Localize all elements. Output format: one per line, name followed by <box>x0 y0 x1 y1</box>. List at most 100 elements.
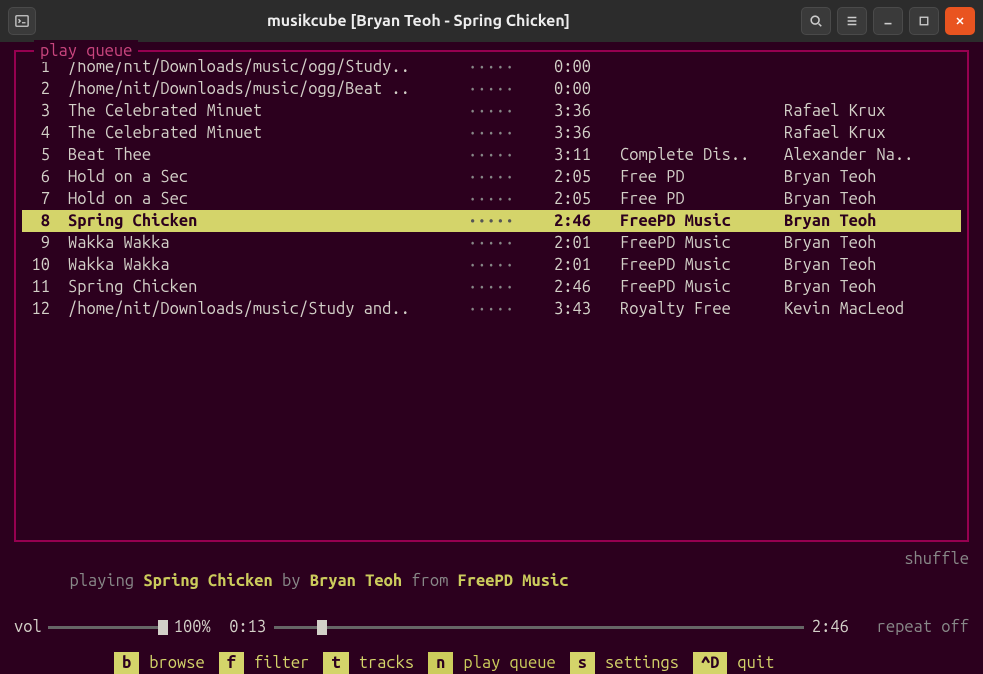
track-title: Wakka Wakka <box>68 232 468 254</box>
track-row[interactable]: 7Hold on a Sec·····2:05Free PDBryan Teoh <box>22 188 961 210</box>
track-title: Wakka Wakka <box>68 254 468 276</box>
nav-label: filter <box>244 652 323 674</box>
track-artist: Rafael Krux <box>784 100 961 122</box>
track-row[interactable]: 11Spring Chicken·····2:46FreePD MusicBry… <box>22 276 961 298</box>
nav-settings[interactable]: s settings <box>570 652 693 674</box>
track-row[interactable]: 8Spring Chicken·····2:46FreePD MusicBrya… <box>22 210 961 232</box>
nav-browse[interactable]: b browse <box>114 652 219 674</box>
track-separator: ····· <box>468 78 554 100</box>
nav-label: tracks <box>349 652 428 674</box>
track-artist: Bryan Teoh <box>784 276 961 298</box>
track-artist: Bryan Teoh <box>784 166 961 188</box>
track-duration: 2:46 <box>554 276 620 298</box>
track-row[interactable]: 2/home/nit/Downloads/music/ogg/Beat ..··… <box>22 78 961 100</box>
track-album: FreePD Music <box>620 210 784 232</box>
track-duration: 2:05 <box>554 188 620 210</box>
track-duration: 2:01 <box>554 254 620 276</box>
track-album: Royalty Free <box>620 298 784 320</box>
track-number: 4 <box>22 122 68 144</box>
track-title: Spring Chicken <box>68 210 468 232</box>
shuffle-status[interactable]: shuffle <box>904 548 969 614</box>
track-number: 8 <box>22 210 68 232</box>
nav-label: play queue <box>453 652 569 674</box>
nav-label: settings <box>595 652 693 674</box>
track-separator: ····· <box>468 276 554 298</box>
seek-slider[interactable] <box>274 626 804 629</box>
track-artist <box>784 56 961 78</box>
track-row[interactable]: 9Wakka Wakka·····2:01FreePD MusicBryan T… <box>22 232 961 254</box>
track-separator: ····· <box>468 56 554 78</box>
track-number: 7 <box>22 188 68 210</box>
track-number: 3 <box>22 100 68 122</box>
nav-play-queue[interactable]: n play queue <box>428 652 570 674</box>
track-title: The Celebrated Minuet <box>68 122 468 144</box>
track-album: Free PD <box>620 166 784 188</box>
track-album: FreePD Music <box>620 232 784 254</box>
track-duration: 0:00 <box>554 78 620 100</box>
track-album <box>620 122 784 144</box>
seek-thumb[interactable] <box>317 620 327 635</box>
track-row[interactable]: 4The Celebrated Minuet·····3:36Rafael Kr… <box>22 122 961 144</box>
track-artist: Bryan Teoh <box>784 232 961 254</box>
track-separator: ····· <box>468 298 554 320</box>
track-album <box>620 56 784 78</box>
volume-percent: 100% <box>174 616 211 638</box>
track-artist: Alexander Na.. <box>784 144 961 166</box>
terminal-icon <box>8 7 36 35</box>
track-row[interactable]: 6Hold on a Sec·····2:05Free PDBryan Teoh <box>22 166 961 188</box>
search-button[interactable] <box>801 7 831 35</box>
close-button[interactable] <box>945 7 975 35</box>
now-playing-track: Spring Chicken <box>143 572 272 590</box>
repeat-status[interactable]: repeat off <box>877 616 969 638</box>
nav-label: quit <box>727 652 788 674</box>
maximize-button[interactable] <box>909 7 939 35</box>
track-list[interactable]: 1/home/nit/Downloads/music/ogg/Study..··… <box>22 56 961 320</box>
volume-label: vol <box>14 616 42 638</box>
track-duration: 3:36 <box>554 100 620 122</box>
track-separator: ····· <box>468 232 554 254</box>
track-separator: ····· <box>468 166 554 188</box>
track-number: 5 <box>22 144 68 166</box>
now-playing-artist: Bryan Teoh <box>310 572 402 590</box>
track-row[interactable]: 3The Celebrated Minuet·····3:36Rafael Kr… <box>22 100 961 122</box>
track-row[interactable]: 1/home/nit/Downloads/music/ogg/Study..··… <box>22 56 961 78</box>
track-artist: Bryan Teoh <box>784 210 961 232</box>
track-artist: Bryan Teoh <box>784 188 961 210</box>
track-artist: Rafael Krux <box>784 122 961 144</box>
volume-slider[interactable] <box>48 626 168 629</box>
minimize-button[interactable] <box>873 7 903 35</box>
track-row[interactable]: 5Beat Thee·····3:11Complete Dis..Alexand… <box>22 144 961 166</box>
track-duration: 0:00 <box>554 56 620 78</box>
track-number: 9 <box>22 232 68 254</box>
track-number: 10 <box>22 254 68 276</box>
nav-key: t <box>323 652 348 674</box>
track-title: Spring Chicken <box>68 276 468 298</box>
nav-tracks[interactable]: t tracks <box>323 652 428 674</box>
track-duration: 2:01 <box>554 232 620 254</box>
track-number: 12 <box>22 298 68 320</box>
menu-button[interactable] <box>837 7 867 35</box>
track-title: Hold on a Sec <box>68 188 468 210</box>
total-time: 2:46 <box>812 616 849 638</box>
now-playing-line: playing Spring Chicken by Bryan Teoh fro… <box>14 548 969 614</box>
footer-nav: b browse f filter t tracks n play queue … <box>14 652 969 674</box>
track-row[interactable]: 10Wakka Wakka·····2:01FreePD MusicBryan … <box>22 254 961 276</box>
playing-label: playing <box>69 572 143 590</box>
track-artist: Bryan Teoh <box>784 254 961 276</box>
nav-key: n <box>428 652 453 674</box>
nav-filter[interactable]: f filter <box>219 652 324 674</box>
track-album: Complete Dis.. <box>620 144 784 166</box>
track-separator: ····· <box>468 122 554 144</box>
nav-quit[interactable]: ^D quit <box>693 652 788 674</box>
track-row[interactable]: 12/home/nit/Downloads/music/Study and..·… <box>22 298 961 320</box>
now-playing-album: FreePD Music <box>458 572 569 590</box>
track-number: 11 <box>22 276 68 298</box>
track-title: /home/nit/Downloads/music/ogg/Beat .. <box>68 78 468 100</box>
window-title: musikcube [Bryan Teoh - Spring Chicken] <box>42 12 795 30</box>
track-album: FreePD Music <box>620 276 784 298</box>
track-artist: Kevin MacLeod <box>784 298 961 320</box>
track-album <box>620 100 784 122</box>
nav-key: s <box>570 652 595 674</box>
from-label: from <box>402 572 457 590</box>
terminal-content: play queue 1/home/nit/Downloads/music/og… <box>0 42 983 657</box>
